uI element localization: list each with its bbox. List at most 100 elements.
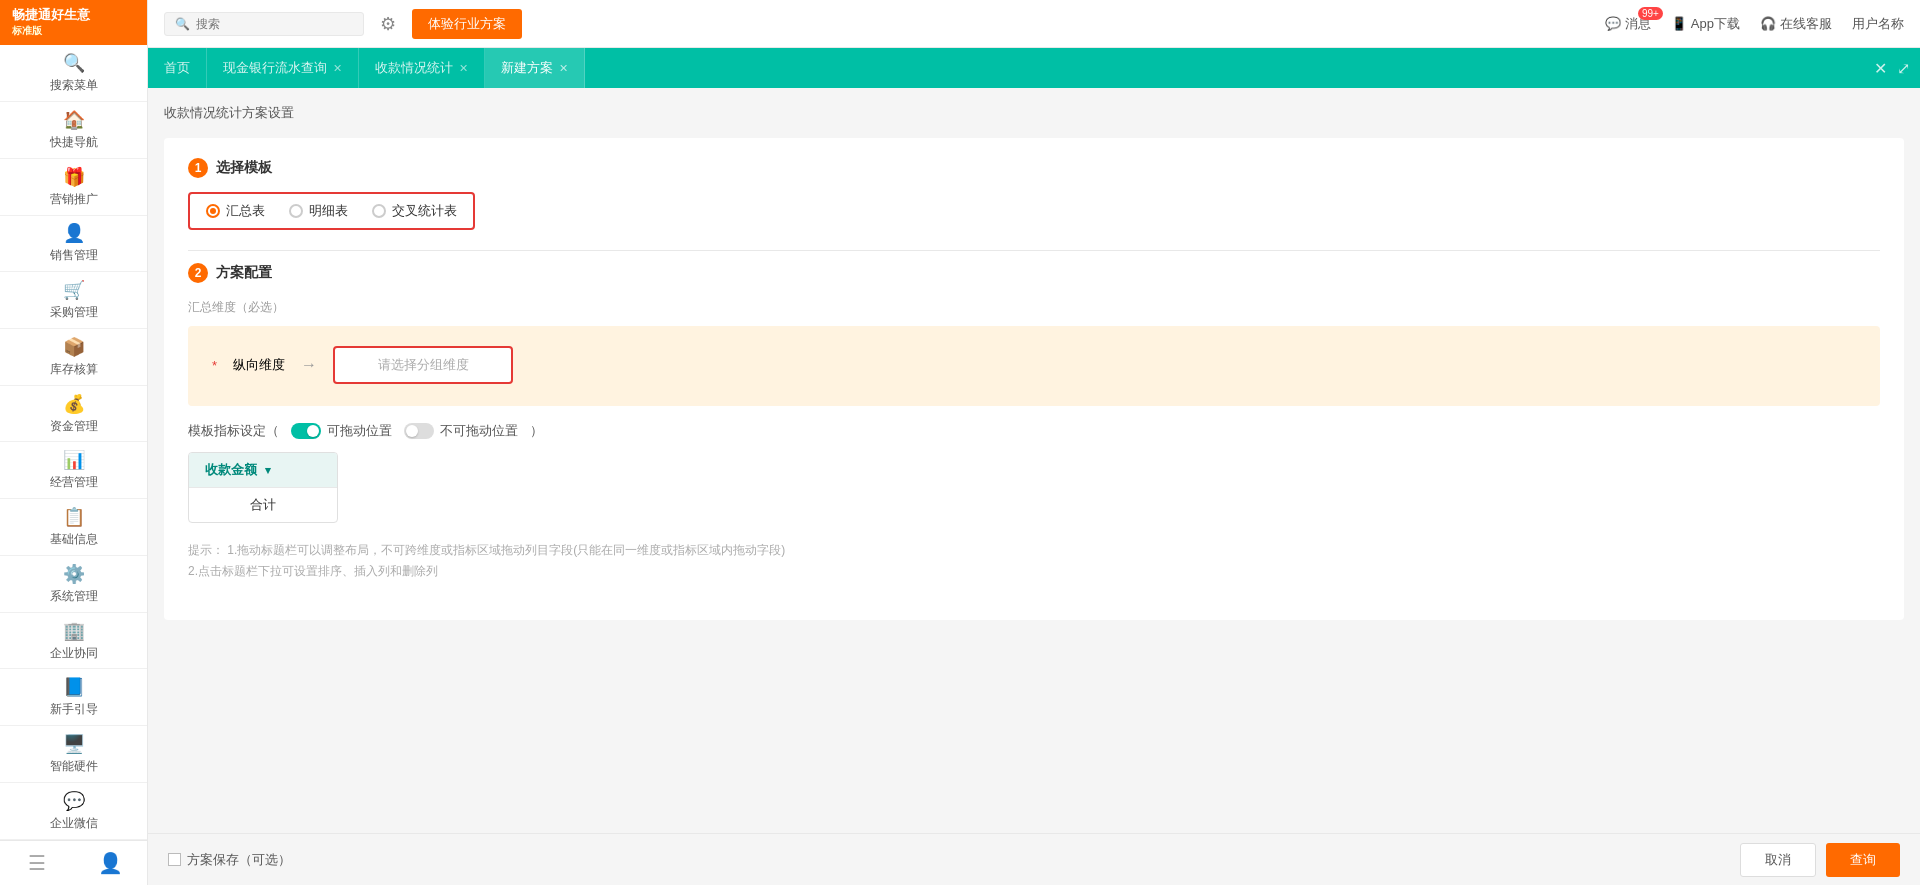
sidebar-item-wechat[interactable]: 💬 企业微信 (0, 783, 147, 840)
search-box[interactable]: 🔍 (164, 12, 364, 36)
page-content: 收款情况统计方案设置 1 选择模板 汇总表 (148, 88, 1920, 833)
sidebar-expand-btn[interactable]: ☰ (0, 841, 74, 885)
quick-nav-icon: 🏠 (63, 109, 85, 131)
sidebar-item-hardware[interactable]: 🖥️ 智能硬件 (0, 726, 147, 783)
cancel-button[interactable]: 取消 (1740, 843, 1816, 877)
metrics-dropdown-arrow[interactable]: ▾ (265, 464, 271, 477)
search-input[interactable] (196, 17, 336, 31)
message-button[interactable]: 💬 消息 99+ (1605, 15, 1651, 33)
sidebar-item-sales[interactable]: 👤 销售管理 (0, 216, 147, 273)
sidebar-item-label: 系统管理 (50, 588, 98, 605)
tab-bank-flow-close[interactable]: ✕ (333, 62, 342, 75)
radio-cross-btn[interactable] (372, 204, 386, 218)
tab-receipt-stat-close[interactable]: ✕ (459, 62, 468, 75)
app-icon: 📱 (1671, 16, 1687, 31)
tab-expand-icon[interactable]: ⤢ (1897, 59, 1910, 78)
dimension-row: * 纵向维度 → 请选择分组维度 (212, 346, 1856, 384)
sidebar-item-label: 营销推广 (50, 191, 98, 208)
service-label: 在线客服 (1780, 15, 1832, 33)
sidebar-user-icon[interactable]: 👤 (74, 841, 148, 885)
trial-button[interactable]: 体验行业方案 (412, 9, 522, 39)
user-info[interactable]: 用户名称 (1852, 15, 1904, 33)
sidebar-item-system[interactable]: ⚙️ 系统管理 (0, 556, 147, 613)
topbar: 🔍 ⚙ 体验行业方案 💬 消息 99+ 📱 App下载 🎧 在线客服 用户名称 (148, 0, 1920, 48)
step1-num: 1 (188, 158, 208, 178)
sidebar-item-inventory[interactable]: 📦 库存核算 (0, 329, 147, 386)
drag-on-inner (307, 425, 319, 437)
tab-bank-flow-label: 现金银行流水查询 (223, 59, 327, 77)
marketing-icon: 🎁 (63, 166, 85, 188)
radio-detail-btn[interactable] (289, 204, 303, 218)
step2-section: 2 方案配置 汇总维度（必选） * 纵向维度 → (188, 263, 1880, 580)
drag-off-indicator (404, 423, 434, 439)
metrics-config: 模板指标设定（ 可拖动位置 不可拖 (188, 422, 1880, 526)
finance-icon: 💰 (63, 393, 85, 415)
sidebar-item-search-menu[interactable]: 🔍 搜索菜单 (0, 45, 147, 102)
tab-home[interactable]: 首页 (148, 48, 207, 88)
metrics-table: 收款金额 ▾ 合计 (188, 452, 338, 523)
tab-close-all-icon[interactable]: ✕ (1874, 59, 1887, 78)
hardware-icon: 🖥️ (63, 733, 85, 755)
radio-cross-label: 交叉统计表 (392, 202, 457, 220)
search-menu-icon: 🔍 (63, 52, 85, 74)
message-badge: 99+ (1638, 7, 1663, 20)
radio-cross[interactable]: 交叉统计表 (372, 202, 457, 220)
sidebar-logo: 畅捷通好生意 标准版 (0, 0, 147, 45)
radio-summary-btn[interactable] (206, 204, 220, 218)
sidebar-item-label: 资金管理 (50, 418, 98, 435)
sidebar-item-marketing[interactable]: 🎁 营销推广 (0, 159, 147, 216)
sidebar-item-finance[interactable]: 💰 资金管理 (0, 386, 147, 443)
system-icon: ⚙️ (63, 563, 85, 585)
sidebar-item-label: 新手引导 (50, 701, 98, 718)
search-icon: 🔍 (175, 17, 190, 31)
sidebar-item-label: 企业协同 (50, 645, 98, 662)
sidebar-item-label: 智能硬件 (50, 758, 98, 775)
dimension-row-label: 纵向维度 (233, 356, 285, 374)
sidebar-bottom: ☰ 👤 (0, 840, 147, 885)
online-service-button[interactable]: 🎧 在线客服 (1760, 15, 1832, 33)
dimension-label-text: 汇总维度（必选） (188, 300, 284, 314)
sidebar-item-basic-info[interactable]: 📋 基础信息 (0, 499, 147, 556)
tab-new-plan-close[interactable]: ✕ (559, 62, 568, 75)
dimension-select[interactable]: 请选择分组维度 (333, 346, 513, 384)
wechat-icon: 💬 (63, 790, 85, 812)
bottom-actions: 取消 查询 (1740, 843, 1900, 877)
radio-summary-label: 汇总表 (226, 202, 265, 220)
save-checkbox[interactable] (168, 853, 181, 866)
tip1: 提示： 1.拖动标题栏可以调整布局，不可跨维度或指标区域拖动列目字段(只能在同一… (188, 542, 1880, 559)
tab-new-plan[interactable]: 新建方案 ✕ (485, 48, 585, 88)
topbar-right: 💬 消息 99+ 📱 App下载 🎧 在线客服 用户名称 (1605, 15, 1904, 33)
sidebar-item-guide[interactable]: 📘 新手引导 (0, 669, 147, 726)
tab-new-plan-label: 新建方案 (501, 59, 553, 77)
step1-title: 选择模板 (216, 159, 272, 177)
radio-detail[interactable]: 明细表 (289, 202, 348, 220)
app-download-button[interactable]: 📱 App下载 (1671, 15, 1740, 33)
breadcrumb: 收款情况统计方案设置 (164, 104, 1904, 122)
sales-icon: 👤 (63, 222, 85, 244)
enterprise-icon: 🏢 (63, 620, 85, 642)
query-button[interactable]: 查询 (1826, 843, 1900, 877)
sidebar-item-label: 销售管理 (50, 247, 98, 264)
dimension-arrow: → (301, 356, 317, 374)
sidebar-item-purchase[interactable]: 🛒 采购管理 (0, 272, 147, 329)
sidebar-item-quick-nav[interactable]: 🏠 快捷导航 (0, 102, 147, 159)
tip2: 2.点击标题栏下拉可设置排序、插入列和删除列 (188, 563, 1880, 580)
tab-receipt-stat[interactable]: 收款情况统计 ✕ (359, 48, 485, 88)
radio-summary[interactable]: 汇总表 (206, 202, 265, 220)
drag-on-label: 可拖动位置 (327, 422, 392, 440)
sidebar-item-label: 企业微信 (50, 815, 98, 832)
radio-detail-label: 明细表 (309, 202, 348, 220)
metrics-label-end: ） (530, 422, 543, 440)
settings-icon[interactable]: ⚙ (380, 13, 396, 35)
app-label: App下载 (1691, 15, 1740, 33)
tabs-actions: ✕ ⤢ (1874, 48, 1920, 88)
sidebar: 畅捷通好生意 标准版 🔍 搜索菜单 🏠 快捷导航 🎁 营销推广 👤 销售管理 🛒… (0, 0, 148, 885)
sidebar-item-enterprise[interactable]: 🏢 企业协同 (0, 613, 147, 670)
metrics-table-header: 收款金额 ▾ (189, 453, 337, 487)
step2-num: 2 (188, 263, 208, 283)
tab-bank-flow[interactable]: 现金银行流水查询 ✕ (207, 48, 359, 88)
sidebar-item-operation[interactable]: 📊 经营管理 (0, 442, 147, 499)
step2-title: 方案配置 (216, 264, 272, 282)
save-option: 方案保存（可选） (168, 851, 291, 869)
save-label: 方案保存（可选） (187, 851, 291, 869)
